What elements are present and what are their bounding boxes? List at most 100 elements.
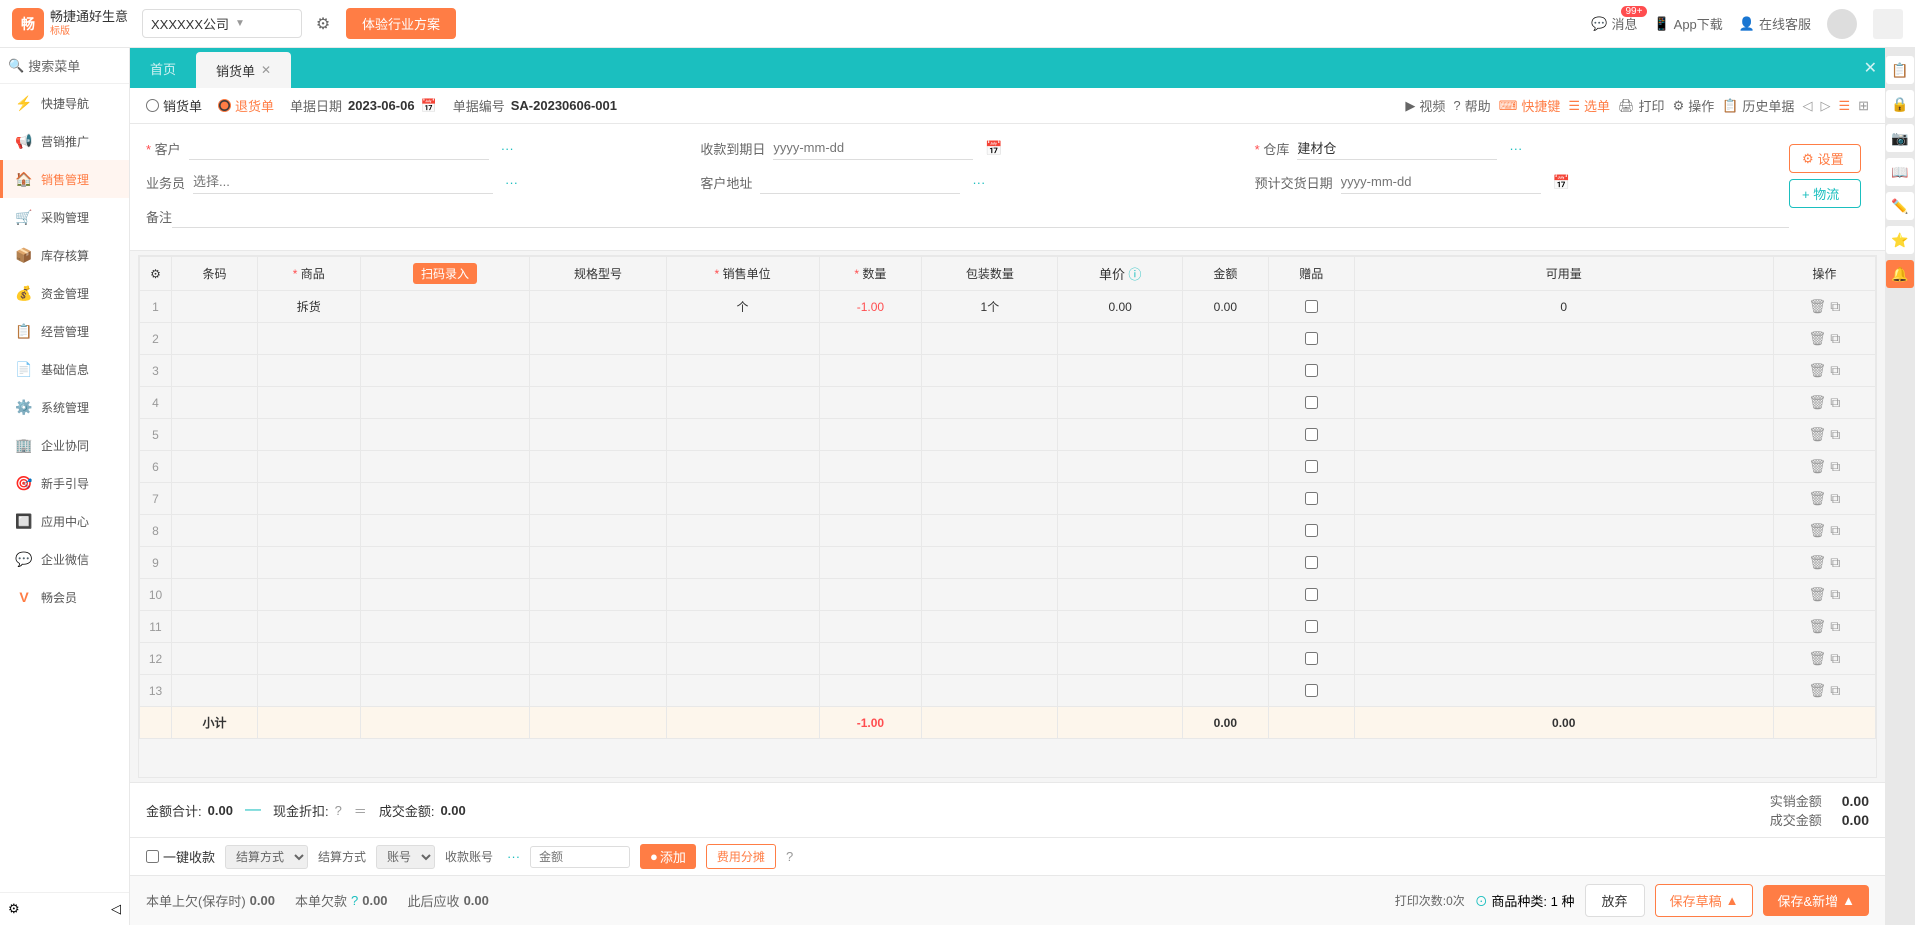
sidebar-item-collab[interactable]: 🏢 企业协同 [0,426,129,464]
sidebar-search[interactable]: 🔍 搜索菜单 [0,48,129,84]
sidebar-item-ops[interactable]: 📋 经营管理 [0,312,129,350]
tab-close-icon[interactable]: ✕ [261,63,271,77]
experience-button[interactable]: 体验行业方案 [346,8,456,39]
payment-method-select[interactable]: 结算方式 [225,845,308,869]
warehouse-dots-btn[interactable]: ··· [1509,141,1522,156]
col-settings[interactable]: ⚙ [140,257,172,291]
date-calendar-icon[interactable]: 📅 [421,98,437,114]
row-4-copy-icon[interactable]: ⧉ [1830,394,1840,411]
logistics-button[interactable]: + 物流 [1789,179,1861,208]
payment-due-calendar-icon[interactable]: 📅 [985,140,1002,157]
sidebar-item-purchase[interactable]: 🛒 采购管理 [0,198,129,236]
sidebar-item-guide[interactable]: 🎯 新手引导 [0,464,129,502]
row-11-copy-icon[interactable]: ⧉ [1830,618,1840,635]
row-1-gift[interactable] [1268,291,1354,323]
price-info-icon[interactable]: ⓘ [1128,267,1141,282]
account-dots-btn[interactable]: ··· [507,849,520,864]
row-6-copy-icon[interactable]: ⧉ [1830,458,1840,475]
row-11-delete-icon[interactable]: 🗑 [1808,618,1826,635]
save-draft-expand-icon[interactable]: ▲ [1726,893,1739,908]
radio-sales[interactable]: 销货单 [146,96,202,115]
row-1-product[interactable]: 拆货 [257,291,360,323]
right-panel-icon-1[interactable]: 📋 [1886,56,1914,84]
radio-return[interactable]: 退货单 [218,96,274,115]
row-1-copy-icon[interactable]: ⧉ [1830,298,1840,315]
delivery-date-calendar-icon[interactable]: 📅 [1553,174,1570,191]
sidebar-item-inventory[interactable]: 📦 库存核算 [0,236,129,274]
delivery-date-input[interactable] [1341,170,1541,194]
one-click-payment[interactable]: 一键收款 [146,847,215,866]
discount-info-icon[interactable]: ? [335,803,342,818]
row-5-delete-icon[interactable]: 🗑 [1808,426,1826,443]
row-5-copy-icon[interactable]: ⧉ [1830,426,1840,443]
help-action[interactable]: ? 帮助 [1453,96,1490,115]
row-12-delete-icon[interactable]: 🗑 [1808,650,1826,667]
save-new-button[interactable]: 保存&新增 ▲ [1763,885,1869,916]
settings-button[interactable]: ⚙ 设置 [1789,144,1861,173]
sidebar-collapse-icon[interactable]: ◁ [111,901,121,917]
view-list-icon[interactable]: ☰ [1838,98,1850,114]
expense-help-icon[interactable]: ? [786,849,793,864]
warehouse-input[interactable] [1297,136,1497,160]
user-menu[interactable] [1873,9,1903,39]
save-new-expand-icon[interactable]: ▲ [1842,893,1855,908]
amount-input[interactable] [530,846,630,868]
nav-next-icon[interactable]: ▷ [1820,98,1830,114]
row-1-amount[interactable]: 0.00 [1182,291,1268,323]
right-panel-icon-3[interactable]: 📷 [1886,124,1914,152]
row-2-gift[interactable] [1268,323,1354,355]
row-9-copy-icon[interactable]: ⧉ [1830,554,1840,571]
scan-button[interactable]: 扫码录入 [413,263,477,284]
address-input[interactable] [760,170,960,194]
sidebar-settings-icon[interactable]: ⚙ [8,901,20,917]
shortcut-action[interactable]: ⌨ 快捷键 [1499,96,1561,115]
row-6-delete-icon[interactable]: 🗑 [1808,458,1826,475]
app-download-button[interactable]: 📱 App下载 [1653,14,1722,33]
choose-action[interactable]: ☰ 选单 [1568,96,1610,115]
sidebar-item-member[interactable]: V 畅会员 [0,578,129,616]
save-draft-button[interactable]: 保存草稿 ▲ [1655,884,1754,917]
sidebar-item-system[interactable]: ⚙️ 系统管理 [0,388,129,426]
row-13-copy-icon[interactable]: ⧉ [1830,682,1840,699]
row-1-qty[interactable]: -1.00 [819,291,922,323]
row-7-copy-icon[interactable]: ⧉ [1830,490,1840,507]
history-action[interactable]: 📋 历史单据 [1722,96,1794,115]
customer-dots-btn[interactable]: ··· [501,141,514,156]
salesperson-input[interactable] [193,170,493,194]
row-2-amount[interactable] [1182,323,1268,355]
sidebar-item-base[interactable]: 📄 基础信息 [0,350,129,388]
row-8-delete-icon[interactable]: 🗑 [1808,522,1826,539]
row-13-delete-icon[interactable]: 🗑 [1808,682,1826,699]
company-selector[interactable]: XXXXXX公司 ▼ [142,9,302,38]
payment-due-input[interactable] [773,136,973,160]
debt-info-icon[interactable]: ? [351,893,358,908]
row-1-delete-icon[interactable]: 🗑 [1808,298,1826,315]
print-action[interactable]: 🖨 打印 [1618,96,1665,115]
row-8-copy-icon[interactable]: ⧉ [1830,522,1840,539]
row-2-spec[interactable] [530,323,666,355]
row-3-delete-icon[interactable]: 🗑 [1808,362,1826,379]
row-10-delete-icon[interactable]: 🗑 [1808,586,1826,603]
sidebar-item-marketing[interactable]: 📢 营销推广 [0,122,129,160]
discard-button[interactable]: 放弃 [1585,884,1645,917]
row-2-barcode[interactable] [172,323,258,355]
sidebar-item-appstore[interactable]: 🔲 应用中心 [0,502,129,540]
expense-split-button[interactable]: 费用分摊 [706,844,776,869]
right-panel-icon-6[interactable]: ⭐ [1886,226,1914,254]
salesperson-dots-btn[interactable]: ··· [505,175,518,190]
row-10-copy-icon[interactable]: ⧉ [1830,586,1840,603]
tab-close-all-icon[interactable]: ✕ [1864,60,1877,77]
row-2-qty[interactable] [819,323,922,355]
right-panel-icon-2[interactable]: 🔒 [1886,90,1914,118]
row-1-unit[interactable]: 个 [666,291,819,323]
row-3-copy-icon[interactable]: ⧉ [1830,362,1840,379]
row-2-unit[interactable] [666,323,819,355]
row-1-pkg-qty[interactable]: 1个 [922,291,1058,323]
row-12-copy-icon[interactable]: ⧉ [1830,650,1840,667]
row-2-copy-icon[interactable]: ⧉ [1830,330,1840,347]
nav-prev-icon[interactable]: ◁ [1802,98,1812,114]
address-dots-btn[interactable]: ··· [972,175,985,190]
add-payment-button[interactable]: ● 添加 [640,844,696,869]
row-9-delete-icon[interactable]: 🗑 [1808,554,1826,571]
sidebar-item-wechat[interactable]: 💬 企业微信 [0,540,129,578]
